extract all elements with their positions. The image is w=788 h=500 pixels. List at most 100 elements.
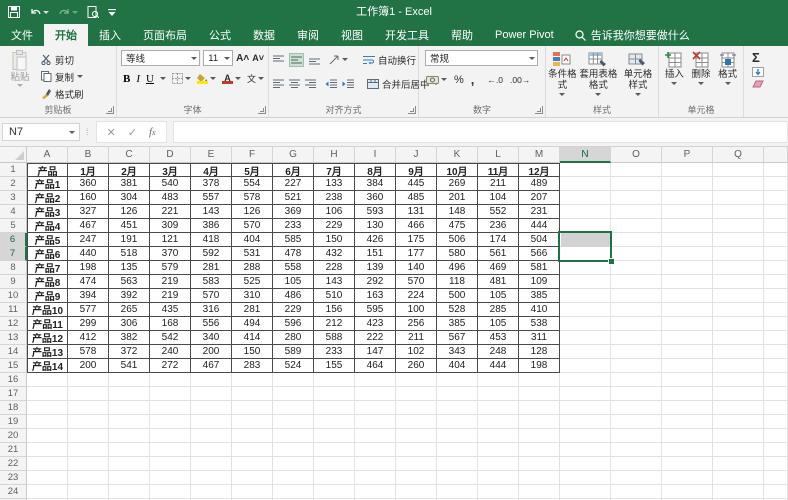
cell-I14[interactable]: 147: [355, 345, 396, 359]
cell-Q14[interactable]: [713, 345, 764, 359]
cell-P15[interactable]: [662, 359, 713, 373]
row-header-4[interactable]: 4: [0, 205, 27, 219]
cell-N9[interactable]: [560, 275, 611, 289]
col-header-G[interactable]: G: [273, 147, 314, 163]
row-header-22[interactable]: 22: [0, 457, 27, 471]
cell-L18[interactable]: [478, 401, 519, 415]
cell-A4[interactable]: 产品3: [27, 205, 68, 219]
cell-partial-7[interactable]: [764, 247, 788, 261]
cell-K8[interactable]: 496: [437, 261, 478, 275]
cell-D11[interactable]: 435: [150, 303, 191, 317]
cell-E19[interactable]: [191, 415, 232, 429]
cell-F15[interactable]: 283: [232, 359, 273, 373]
cell-partial-13[interactable]: [764, 331, 788, 345]
cell-J13[interactable]: 211: [396, 331, 437, 345]
formula-input[interactable]: [172, 121, 788, 143]
paste-dropdown-caret[interactable]: [17, 84, 23, 87]
cell-F2[interactable]: 554: [232, 177, 273, 191]
row-header-23[interactable]: 23: [0, 471, 27, 485]
cell-O24[interactable]: [611, 485, 662, 499]
cell-N19[interactable]: [560, 415, 611, 429]
cell-C8[interactable]: 135: [109, 261, 150, 275]
cell-N8[interactable]: [560, 261, 611, 275]
cell-A23[interactable]: [27, 471, 68, 485]
cell-C16[interactable]: [109, 373, 150, 387]
cell-O12[interactable]: [611, 317, 662, 331]
cell-M12[interactable]: 538: [519, 317, 560, 331]
format-dropdown-caret[interactable]: [724, 82, 731, 85]
cell-I13[interactable]: 222: [355, 331, 396, 345]
cell-O21[interactable]: [611, 443, 662, 457]
cell-N1[interactable]: [560, 163, 611, 177]
fill-handle[interactable]: [608, 258, 615, 265]
cell-D7[interactable]: 370: [150, 247, 191, 261]
cell-P2[interactable]: [662, 177, 713, 191]
cell-H9[interactable]: 143: [314, 275, 355, 289]
cell-C6[interactable]: 191: [109, 233, 150, 247]
row-header-16[interactable]: 16: [0, 373, 27, 387]
cell-I23[interactable]: [355, 471, 396, 485]
cell-C20[interactable]: [109, 429, 150, 443]
cell-B23[interactable]: [68, 471, 109, 485]
cell-E20[interactable]: [191, 429, 232, 443]
cell-F24[interactable]: [232, 485, 273, 499]
cell-G16[interactable]: [273, 373, 314, 387]
cell-N11[interactable]: [560, 303, 611, 317]
row-header-21[interactable]: 21: [0, 443, 27, 457]
cell-D10[interactable]: 219: [150, 289, 191, 303]
cell-Q15[interactable]: [713, 359, 764, 373]
cell-F6[interactable]: 404: [232, 233, 273, 247]
cell-A10[interactable]: 产品9: [27, 289, 68, 303]
cell-C9[interactable]: 563: [109, 275, 150, 289]
phonetic-dropdown-caret[interactable]: [257, 77, 264, 80]
cell-H21[interactable]: [314, 443, 355, 457]
decrease-font-size-button[interactable]: A˅: [252, 53, 264, 63]
cell-Q16[interactable]: [713, 373, 764, 387]
cell-H19[interactable]: [314, 415, 355, 429]
cell-Q10[interactable]: [713, 289, 764, 303]
cell-partial-6[interactable]: [764, 233, 788, 247]
cell-partial-16[interactable]: [764, 373, 788, 387]
cell-B2[interactable]: 360: [68, 177, 109, 191]
cell-K7[interactable]: 580: [437, 247, 478, 261]
cell-B11[interactable]: 577: [68, 303, 109, 317]
cell-P14[interactable]: [662, 345, 713, 359]
cell-M18[interactable]: [519, 401, 560, 415]
cell-P9[interactable]: [662, 275, 713, 289]
cell-B24[interactable]: [68, 485, 109, 499]
cell-G11[interactable]: 229: [273, 303, 314, 317]
cell-K21[interactable]: [437, 443, 478, 457]
cell-F19[interactable]: [232, 415, 273, 429]
cell-C23[interactable]: [109, 471, 150, 485]
cell-H22[interactable]: [314, 457, 355, 471]
col-header-partial[interactable]: [764, 147, 788, 163]
cell-O19[interactable]: [611, 415, 662, 429]
cell-J24[interactable]: [396, 485, 437, 499]
accounting-dropdown-caret[interactable]: [441, 78, 447, 81]
insert-cells-button[interactable]: 插入: [665, 51, 684, 85]
cell-A11[interactable]: 产品10: [27, 303, 68, 317]
col-header-A[interactable]: A: [27, 147, 68, 163]
cell-H16[interactable]: [314, 373, 355, 387]
tell-me-search[interactable]: 告诉我你想要做什么: [565, 24, 700, 46]
cell-H3[interactable]: 238: [314, 191, 355, 205]
cell-G3[interactable]: 521: [273, 191, 314, 205]
cell-L3[interactable]: 104: [478, 191, 519, 205]
cell-F5[interactable]: 570: [232, 219, 273, 233]
cell-H1[interactable]: 7月: [314, 163, 355, 177]
font-size-combo[interactable]: 11: [203, 50, 234, 66]
cell-P16[interactable]: [662, 373, 713, 387]
cell-K24[interactable]: [437, 485, 478, 499]
cell-O20[interactable]: [611, 429, 662, 443]
row-header-13[interactable]: 13: [0, 331, 27, 345]
cell-partial-1[interactable]: [764, 163, 788, 177]
cell-K6[interactable]: 506: [437, 233, 478, 247]
row-header-6[interactable]: 6: [0, 233, 27, 247]
cell-H12[interactable]: 212: [314, 317, 355, 331]
cell-B21[interactable]: [68, 443, 109, 457]
cell-B8[interactable]: 198: [68, 261, 109, 275]
cell-A21[interactable]: [27, 443, 68, 457]
cell-G24[interactable]: [273, 485, 314, 499]
cell-P5[interactable]: [662, 219, 713, 233]
ribbon-tab-6[interactable]: 数据: [242, 24, 286, 46]
